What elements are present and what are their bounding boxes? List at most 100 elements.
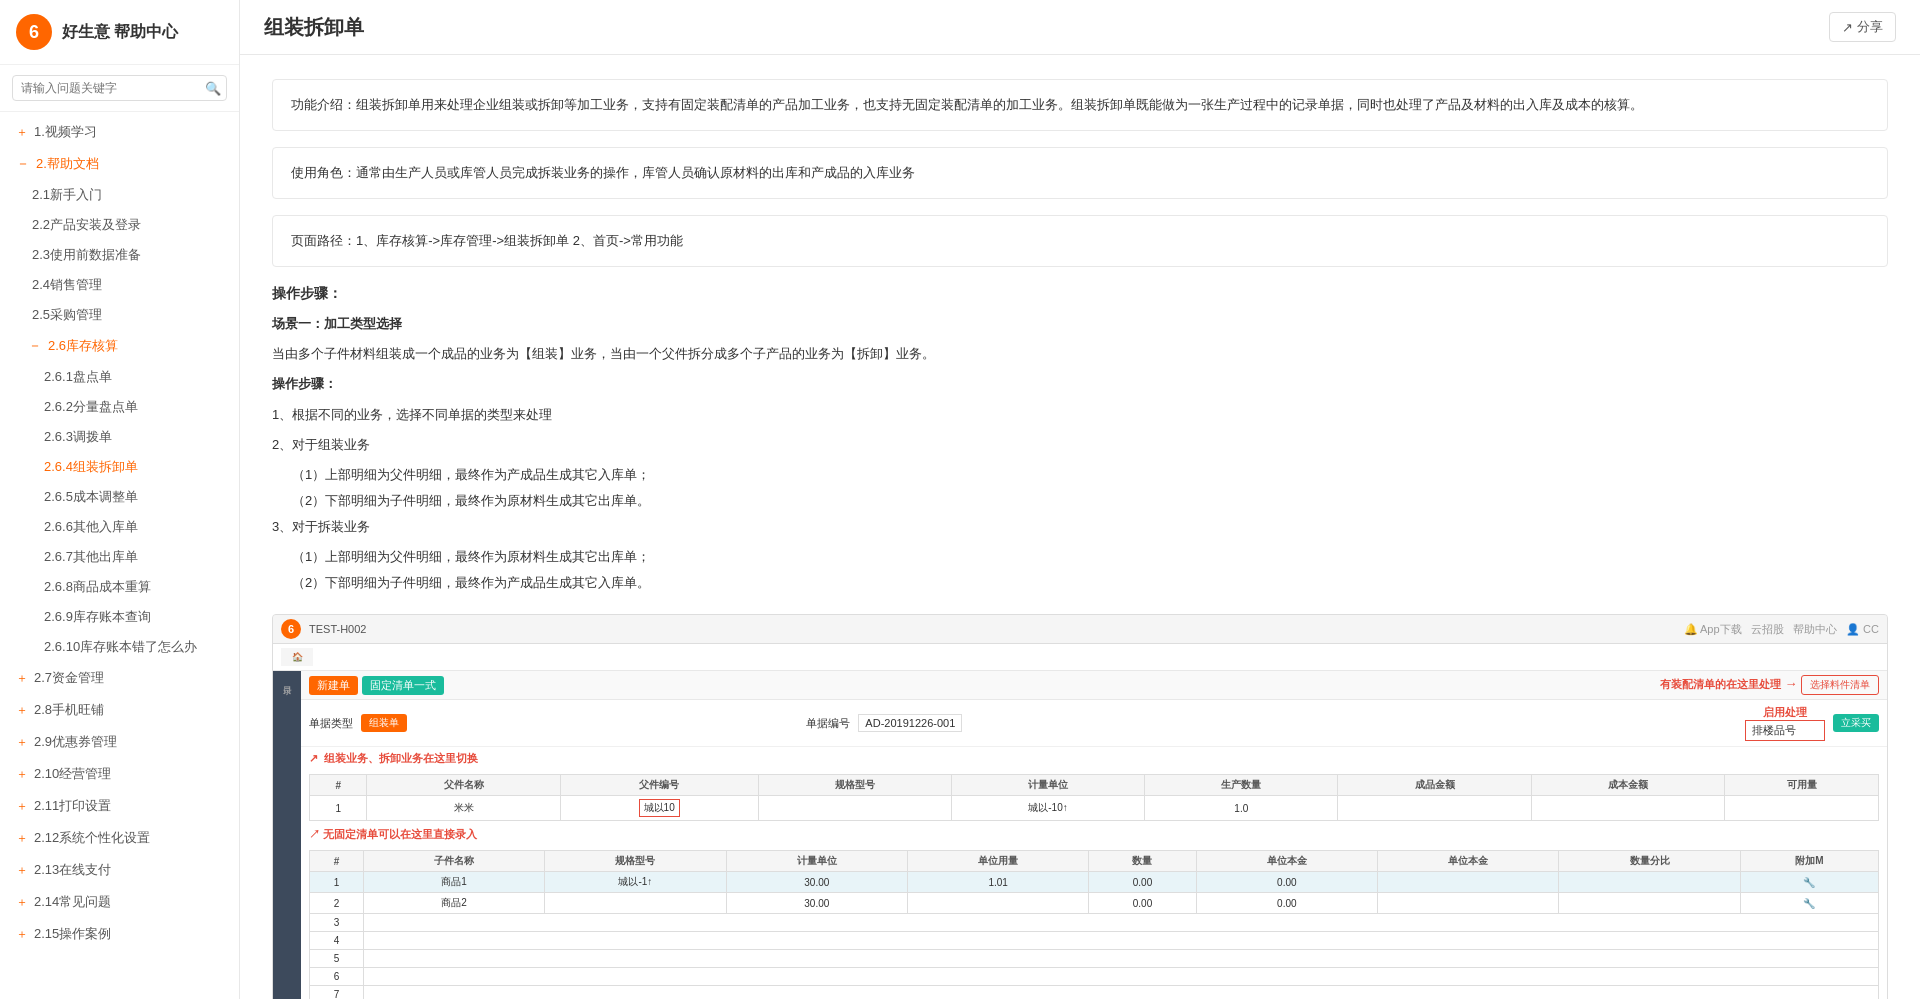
- sidebar-item-operation[interactable]: ＋ 2.10经营管理: [0, 758, 239, 790]
- scenario-title: 场景一：加工类型选择: [272, 313, 1888, 335]
- sidebar-item-videos[interactable]: ＋ 1.视频学习: [0, 116, 239, 148]
- sidebar-item-account-error[interactable]: 2.6.10库存账本错了怎么办: [0, 632, 239, 662]
- step3: 3、对于拆装业务: [272, 516, 1888, 538]
- search-input[interactable]: [12, 75, 227, 101]
- col-l-unit: 计量单位: [726, 851, 907, 872]
- operation-title: 操作步骤：: [272, 285, 1888, 303]
- sidebar-item-coupon[interactable]: ＋ 2.9优惠券管理: [0, 726, 239, 758]
- annotation3-text: 启用处理: [1763, 705, 1807, 720]
- role-block: 使用角色：通常由生产人员或库管人员完成拆装业务的操作，库管人员确认原材料的出库和…: [272, 147, 1888, 199]
- sidebar-item-newbie[interactable]: 2.1新手入门: [0, 180, 239, 210]
- cell: 7: [310, 986, 364, 999]
- steps-title: 操作步骤：: [272, 373, 1888, 395]
- sidebar-item-cash[interactable]: ＋ 2.7资金管理: [0, 662, 239, 694]
- sim-side-icons: 🏠: [281, 648, 313, 666]
- col-spec: 规格型号: [758, 775, 951, 796]
- sidebar-item-inventory[interactable]: － 2.6库存核算: [0, 330, 239, 362]
- cell: [1378, 872, 1559, 893]
- sidebar-item-label: 2.12系统个性化设置: [34, 829, 150, 847]
- sidebar-item-docs[interactable]: － 2.帮助文档: [0, 148, 239, 180]
- expand-icon: ＋: [16, 894, 28, 911]
- sim-doc-no: AD-20191226-001: [858, 714, 962, 732]
- col-l-ratio: 数量分比: [1559, 851, 1740, 872]
- col-l-cost2: 单位本金: [1378, 851, 1559, 872]
- sim-doc-no-label: 单据编号: [806, 716, 850, 731]
- sidebar-item-purchase[interactable]: 2.5采购管理: [0, 300, 239, 330]
- sidebar-item-other-in[interactable]: 2.6.6其他入库单: [0, 512, 239, 542]
- search-icon[interactable]: 🔍: [205, 81, 221, 96]
- cell-prod-amt: [1338, 796, 1531, 821]
- cell: [363, 968, 1878, 986]
- sim-icons: 🔔 App下载 云招股 帮助中心 👤 CC: [1684, 622, 1879, 637]
- cell: 商品1: [363, 872, 544, 893]
- cell: 0.00: [1089, 893, 1196, 914]
- sidebar-item-label: 2.15操作案例: [34, 925, 111, 943]
- annotation2-arrow: ↗: [309, 752, 318, 765]
- annotation1-text: 有装配清单的在这里处理: [1660, 678, 1781, 690]
- sidebar-item-data-prep[interactable]: 2.3使用前数据准备: [0, 240, 239, 270]
- cell-name: 米米: [367, 796, 560, 821]
- sidebar-item-cost-adjust[interactable]: 2.6.5成本调整单: [0, 482, 239, 512]
- cell: 3: [310, 914, 364, 932]
- sidebar-item-label: 2.14常见问题: [34, 893, 111, 911]
- sidebar-item-cost-calc[interactable]: 2.6.8商品成本重算: [0, 572, 239, 602]
- table-row: 2 商品2 30.00 0.00 0.00: [310, 893, 1879, 914]
- expand-icon: ＋: [16, 670, 28, 687]
- cell: 城以-1↑: [545, 872, 726, 893]
- col-qty: 生产数量: [1145, 775, 1338, 796]
- sidebar-item-print[interactable]: ＋ 2.11打印设置: [0, 790, 239, 822]
- scenario-desc-text: 当由多个子件材料组装成一个成品的业务为【组装】业务，当由一个父件拆分成多个子产品…: [272, 346, 935, 361]
- cell: [1378, 893, 1559, 914]
- sidebar-item-partial-check[interactable]: 2.6.2分量盘点单: [0, 392, 239, 422]
- sidebar: 6 好生意 帮助中心 🔍 ＋ 1.视频学习 － 2.帮助文档 2.1新手入门 2…: [0, 0, 240, 999]
- col-cost-amount: 成本金额: [1531, 775, 1724, 796]
- sidebar-item-other-out[interactable]: 2.6.7其他出库单: [0, 542, 239, 572]
- share-button[interactable]: ↗ 分享: [1829, 12, 1896, 42]
- sim-field-red: 排楼品号: [1745, 720, 1825, 741]
- sidebar-item-assembly[interactable]: 2.6.4组装拆卸单: [0, 452, 239, 482]
- sim-upper-table: # 父件名称 父件编号 规格型号 计量单位 生产数量 成品金额 成本金额 可用量: [309, 774, 1879, 821]
- collapse-icon: －: [28, 337, 42, 355]
- col-num: #: [310, 775, 367, 796]
- sidebar-item-label: 2.9优惠券管理: [34, 733, 117, 751]
- sidebar-item-label: 2.13在线支付: [34, 861, 111, 879]
- sidebar-item-adjust[interactable]: 2.6.3调拨单: [0, 422, 239, 452]
- sidebar-item-mobile[interactable]: ＋ 2.8手机旺铺: [0, 694, 239, 726]
- cell: 6: [310, 968, 364, 986]
- annotation2-row: ↗ 组装业务、拆卸业务在这里切换: [301, 747, 1887, 770]
- table-row: 6: [310, 968, 1879, 986]
- sidebar-item-install[interactable]: 2.2产品安装及登录: [0, 210, 239, 240]
- sim-select-btn: 选择料件清单: [1801, 675, 1879, 695]
- app-logo: 6: [16, 14, 52, 50]
- sim-lower-table-wrapper: # 子件名称 规格型号 计量单位 单位用量 数量 单位本金 单位本金 数量分比: [301, 850, 1887, 999]
- sidebar-item-cases[interactable]: ＋ 2.15操作案例: [0, 918, 239, 950]
- sidebar-item-faq[interactable]: ＋ 2.14常见问题: [0, 886, 239, 918]
- cell-prod-qty: 1.0: [1145, 796, 1338, 821]
- sidebar-item-inventory-check[interactable]: 2.6.9库存账本查询: [0, 602, 239, 632]
- cell-unit: 城以-10↑: [951, 796, 1144, 821]
- cell: [1559, 893, 1740, 914]
- sidebar-item-check[interactable]: 2.6.1盘点单: [0, 362, 239, 392]
- sim-tab-bar: 新建单 固定清单一式 有装配清单的在这里处理 → 选择料件清单: [301, 671, 1887, 700]
- expand-icon: ＋: [16, 798, 28, 815]
- annotation1-wrapper: 有装配清单的在这里处理 → 选择料件清单: [1660, 675, 1879, 695]
- page-title: 组装拆卸单: [264, 14, 364, 41]
- sidebar-item-system[interactable]: ＋ 2.12系统个性化设置: [0, 822, 239, 854]
- step3-1: （1）上部明细为父件明细，最终作为原材料生成其它出库单；: [272, 546, 1888, 568]
- col-parent-no: 父件编号: [560, 775, 758, 796]
- annotation3-wrapper: 启用处理 排楼品号: [1745, 705, 1825, 741]
- cell-spec: [758, 796, 951, 821]
- sidebar-item-sales[interactable]: 2.4销售管理: [0, 270, 239, 300]
- sim-icon-home: 🏠: [292, 652, 303, 662]
- content-area: 功能介绍：组装拆卸单用来处理企业组装或拆卸等加工业务，支持有固定装配清单的产品加…: [240, 55, 1920, 999]
- step3-2: （2）下部明细为子件明细，最终作为产成品生成其它入库单。: [272, 572, 1888, 594]
- app-title: 好生意 帮助中心: [62, 22, 178, 43]
- expand-icon: ＋: [16, 926, 28, 943]
- sim-wrapper: 6 TEST-H002 🔔 App下载 云招股 帮助中心 👤 CC 🏠: [273, 615, 1887, 999]
- sidebar-item-label: 1.视频学习: [34, 123, 97, 141]
- cell: [545, 893, 726, 914]
- sidebar-item-online-pay[interactable]: ＋ 2.13在线支付: [0, 854, 239, 886]
- sim-left-nav: 🏠: [273, 644, 1887, 671]
- cell-cost-amt: [1531, 796, 1724, 821]
- cell: [363, 932, 1878, 950]
